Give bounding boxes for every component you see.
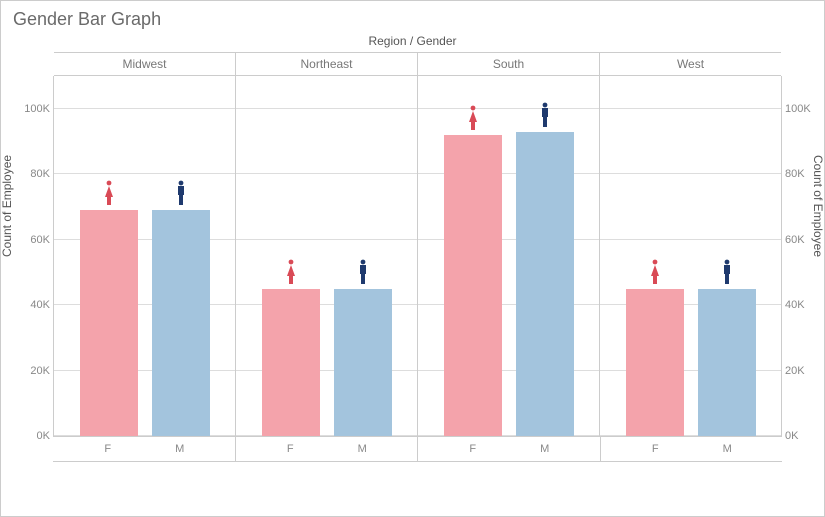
x-tick-male: M xyxy=(698,443,756,455)
y-tick: 40K xyxy=(781,299,821,311)
x-label-group: FM xyxy=(53,437,236,461)
female-icon xyxy=(283,259,299,285)
bar-male[interactable] xyxy=(334,289,392,436)
region-header: Northeast xyxy=(236,53,418,75)
male-icon xyxy=(537,102,553,128)
female-icon xyxy=(647,259,663,285)
region-header: South xyxy=(418,53,600,75)
bar-female[interactable] xyxy=(80,210,138,436)
x-tick-male: M xyxy=(151,443,209,455)
y-tick: 100K xyxy=(781,103,821,115)
male-icon xyxy=(173,180,189,206)
y-tick: 40K xyxy=(14,299,54,311)
chart-panel xyxy=(600,76,781,436)
chart-panel xyxy=(54,76,236,436)
x-label-group: FM xyxy=(418,437,601,461)
y-tick: 20K xyxy=(781,365,821,377)
x-tick-male: M xyxy=(333,443,391,455)
chart-panel xyxy=(236,76,418,436)
y-tick: 80K xyxy=(14,168,54,180)
y-tick: 60K xyxy=(781,234,821,246)
y-tick: 0K xyxy=(14,430,54,442)
male-icon xyxy=(355,259,371,285)
x-tick-female: F xyxy=(79,443,137,455)
bar-male[interactable] xyxy=(152,210,210,436)
bar-male[interactable] xyxy=(516,132,574,436)
male-icon xyxy=(719,259,735,285)
female-icon xyxy=(101,180,117,206)
y-tick: 100K xyxy=(14,103,54,115)
axis-title-top: Region / Gender xyxy=(1,34,824,52)
chart-panel xyxy=(418,76,600,436)
region-headers: MidwestNortheastSouthWest xyxy=(54,52,781,76)
y-axis-right: 0K20K40K60K80K100K xyxy=(781,76,821,436)
x-label-group: FM xyxy=(601,437,783,461)
y-tick: 60K xyxy=(14,234,54,246)
bar-female[interactable] xyxy=(262,289,320,436)
plot-area: 0K20K40K60K80K100K 0K20K40K60K80K100K xyxy=(53,76,782,436)
y-axis-label-left: Count of Employee xyxy=(0,155,14,257)
bar-female[interactable] xyxy=(444,135,502,436)
region-header: Midwest xyxy=(54,53,236,75)
y-tick: 20K xyxy=(14,365,54,377)
y-tick: 80K xyxy=(781,168,821,180)
x-tick-female: F xyxy=(261,443,319,455)
bar-female[interactable] xyxy=(626,289,684,436)
bar-male[interactable] xyxy=(698,289,756,436)
y-tick: 0K xyxy=(781,430,821,442)
x-label-group: FM xyxy=(236,437,419,461)
x-tick-male: M xyxy=(516,443,574,455)
x-tick-female: F xyxy=(444,443,502,455)
x-axis-labels: FMFMFMFM xyxy=(53,436,782,462)
female-icon xyxy=(465,105,481,131)
chart-title: Gender Bar Graph xyxy=(1,1,824,34)
region-header: West xyxy=(600,53,781,75)
y-axis-left: 0K20K40K60K80K100K xyxy=(14,76,54,436)
x-tick-female: F xyxy=(626,443,684,455)
